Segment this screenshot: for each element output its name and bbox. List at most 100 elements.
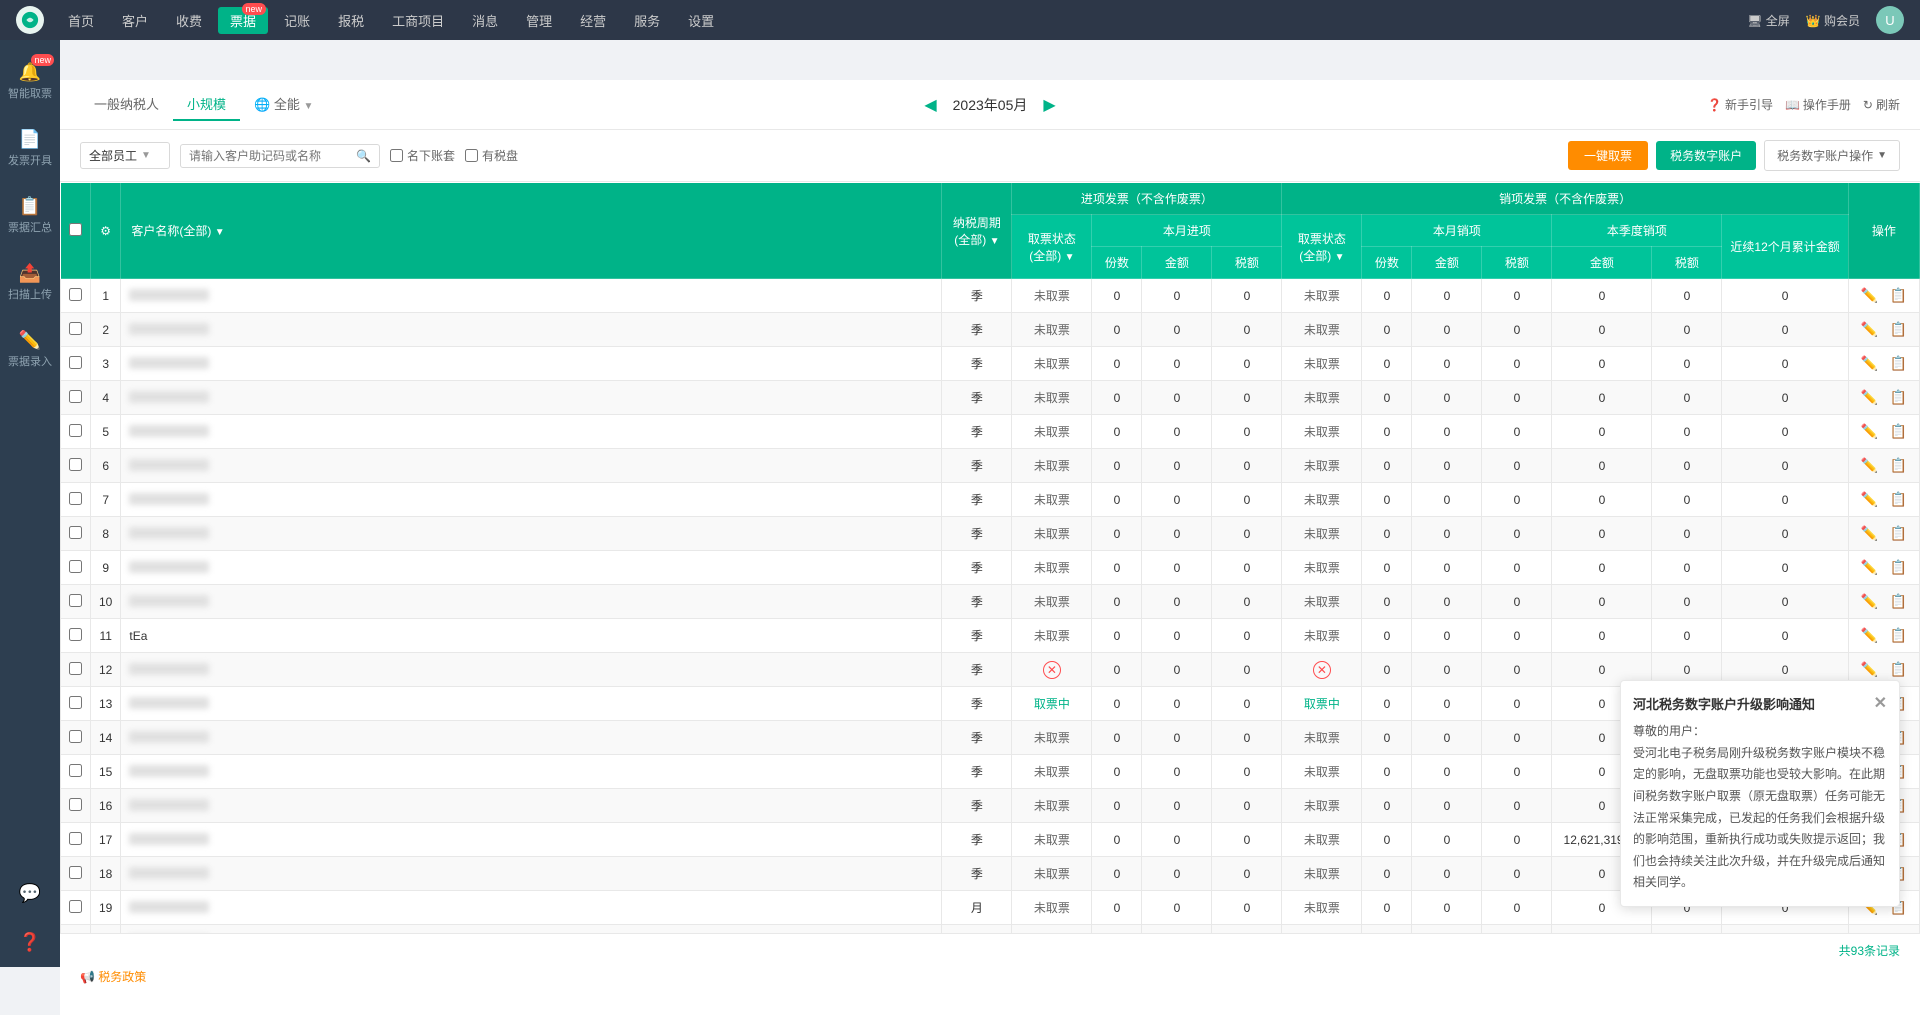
nav-service[interactable]: 服务	[622, 7, 672, 34]
tax-policy-link[interactable]: 税务政策	[98, 970, 146, 984]
prev-month-btn[interactable]: ◀	[916, 93, 944, 117]
acc12-cell: 0	[1722, 517, 1848, 551]
nav-tax[interactable]: 报税	[326, 7, 376, 34]
search-icon[interactable]: 🔍	[356, 149, 371, 163]
tax-digital-btn[interactable]: 税务数字账户	[1656, 141, 1756, 170]
copy-btn[interactable]: 📋	[1886, 319, 1911, 340]
row-checkbox[interactable]	[69, 288, 82, 301]
row-checkbox[interactable]	[69, 492, 82, 505]
row-checkbox[interactable]	[69, 526, 82, 539]
edit-btn[interactable]: ✏️	[1857, 489, 1882, 510]
sidebar-item-invoice-issue[interactable]: 📄 发票开具	[0, 115, 60, 182]
quick-collect-btn[interactable]: 一键取票	[1568, 141, 1648, 170]
sidebar-item-help[interactable]: ❓	[0, 918, 60, 967]
xx-status-cell: 未取票	[1282, 823, 1362, 857]
row-checkbox[interactable]	[69, 356, 82, 369]
copy-btn[interactable]: 📋	[1886, 285, 1911, 306]
nav-business[interactable]: 工商项目	[380, 7, 456, 34]
nav-ticket[interactable]: 票据 new	[218, 7, 268, 34]
popup-close-btn[interactable]: ✕	[1874, 693, 1887, 713]
row-checkbox[interactable]	[69, 730, 82, 743]
customer-search-input[interactable]	[189, 149, 352, 163]
employee-select[interactable]: 全部员工 ▼	[80, 142, 170, 169]
copy-btn[interactable]: 📋	[1886, 421, 1911, 442]
copy-btn[interactable]: 📋	[1886, 557, 1911, 578]
edit-btn[interactable]: ✏️	[1857, 557, 1882, 578]
row-checkbox[interactable]	[69, 628, 82, 641]
sidebar-item-smart-ticket[interactable]: 🔔 智能取票 new	[0, 48, 60, 115]
copy-btn[interactable]: 📋	[1886, 591, 1911, 612]
nav-customer[interactable]: 客户	[110, 7, 160, 34]
tab-all-capable[interactable]: 🌐 全能 ▼	[240, 88, 327, 121]
row-checkbox[interactable]	[69, 866, 82, 879]
edit-btn[interactable]: ✏️	[1857, 353, 1882, 374]
edit-btn[interactable]: ✏️	[1857, 285, 1882, 306]
row-num-cell: 8	[91, 517, 121, 551]
uncollected-status: 未取票	[1304, 425, 1340, 439]
subledger-checkbox[interactable]	[390, 149, 403, 162]
nav-manage[interactable]: 管理	[514, 7, 564, 34]
edit-btn[interactable]: ✏️	[1857, 319, 1882, 340]
nav-operation[interactable]: 经营	[568, 7, 618, 34]
edit-btn[interactable]: ✏️	[1857, 421, 1882, 442]
sidebar-item-messages[interactable]: 💬	[0, 869, 60, 918]
customer-name-blurred	[129, 595, 209, 607]
nav-accounting[interactable]: 记账	[272, 7, 322, 34]
customer-name-header[interactable]: 客户名称(全部) ▼	[121, 183, 942, 279]
edit-btn[interactable]: ✏️	[1857, 625, 1882, 646]
tax-ops-btn[interactable]: 税务数字账户操作 ▼	[1764, 140, 1900, 171]
xx-status-header[interactable]: 取票状态(全部) ▼	[1282, 215, 1362, 279]
row-checkbox[interactable]	[69, 594, 82, 607]
row-checkbox[interactable]	[69, 662, 82, 675]
xx-amount-cell: 0	[1412, 823, 1482, 857]
row-checkbox[interactable]	[69, 424, 82, 437]
user-avatar[interactable]: U	[1876, 6, 1904, 34]
action-cell: ✏️ 📋	[1848, 483, 1919, 517]
select-all-checkbox[interactable]	[69, 223, 82, 236]
record-count[interactable]: 共93条记录	[1839, 944, 1900, 958]
row-checkbox[interactable]	[69, 696, 82, 709]
tax-cycle-header[interactable]: 纳税周期(全部) ▼	[942, 183, 1012, 279]
edit-btn[interactable]: ✏️	[1857, 387, 1882, 408]
row-checkbox[interactable]	[69, 322, 82, 335]
nav-message[interactable]: 消息	[460, 7, 510, 34]
row-checkbox[interactable]	[69, 900, 82, 913]
row-checkbox[interactable]	[69, 798, 82, 811]
guide-btn[interactable]: ❓ 新手引导	[1707, 96, 1773, 113]
sidebar-item-scan-upload[interactable]: 📤 扫描上传	[0, 249, 60, 316]
copy-btn[interactable]: 📋	[1886, 353, 1911, 374]
jx-tax-cell: 0	[1212, 415, 1282, 449]
uncollected-status: 未取票	[1304, 731, 1340, 745]
row-checkbox[interactable]	[69, 764, 82, 777]
copy-btn[interactable]: 📋	[1886, 625, 1911, 646]
nav-settings[interactable]: 设置	[676, 7, 726, 34]
manual-btn[interactable]: 📖 操作手册	[1785, 96, 1851, 113]
edit-btn[interactable]: ✏️	[1857, 523, 1882, 544]
tab-small-scale[interactable]: 小规模	[173, 88, 240, 121]
edit-btn[interactable]: ✏️	[1857, 659, 1882, 680]
edit-btn[interactable]: ✏️	[1857, 591, 1882, 612]
taxdisk-checkbox[interactable]	[465, 149, 478, 162]
refresh-btn[interactable]: ↻ 刷新	[1863, 96, 1900, 113]
membership-btn[interactable]: 👑 购会员	[1806, 12, 1860, 29]
next-month-btn[interactable]: ▶	[1035, 93, 1063, 117]
refresh-icon: ↻	[1863, 98, 1873, 112]
copy-btn[interactable]: 📋	[1886, 387, 1911, 408]
copy-btn[interactable]: 📋	[1886, 455, 1911, 476]
edit-btn[interactable]: ✏️	[1857, 455, 1882, 476]
nav-home[interactable]: 首页	[56, 7, 106, 34]
fullscreen-btn[interactable]: 🖥 全屏	[1747, 12, 1790, 29]
copy-btn[interactable]: 📋	[1886, 659, 1911, 680]
jx-status-header[interactable]: 取票状态(全部) ▼	[1012, 215, 1092, 279]
row-checkbox[interactable]	[69, 560, 82, 573]
tab-general-taxpayer[interactable]: 一般纳税人	[80, 88, 173, 121]
nav-fee[interactable]: 收费	[164, 7, 214, 34]
copy-btn[interactable]: 📋	[1886, 523, 1911, 544]
row-num-cell: 10	[91, 585, 121, 619]
row-checkbox[interactable]	[69, 832, 82, 845]
copy-btn[interactable]: 📋	[1886, 489, 1911, 510]
sidebar-item-ticket-entry[interactable]: ✏️ 票据录入	[0, 316, 60, 383]
row-checkbox[interactable]	[69, 458, 82, 471]
sidebar-item-ticket-summary[interactable]: 📋 票据汇总	[0, 182, 60, 249]
row-checkbox[interactable]	[69, 390, 82, 403]
